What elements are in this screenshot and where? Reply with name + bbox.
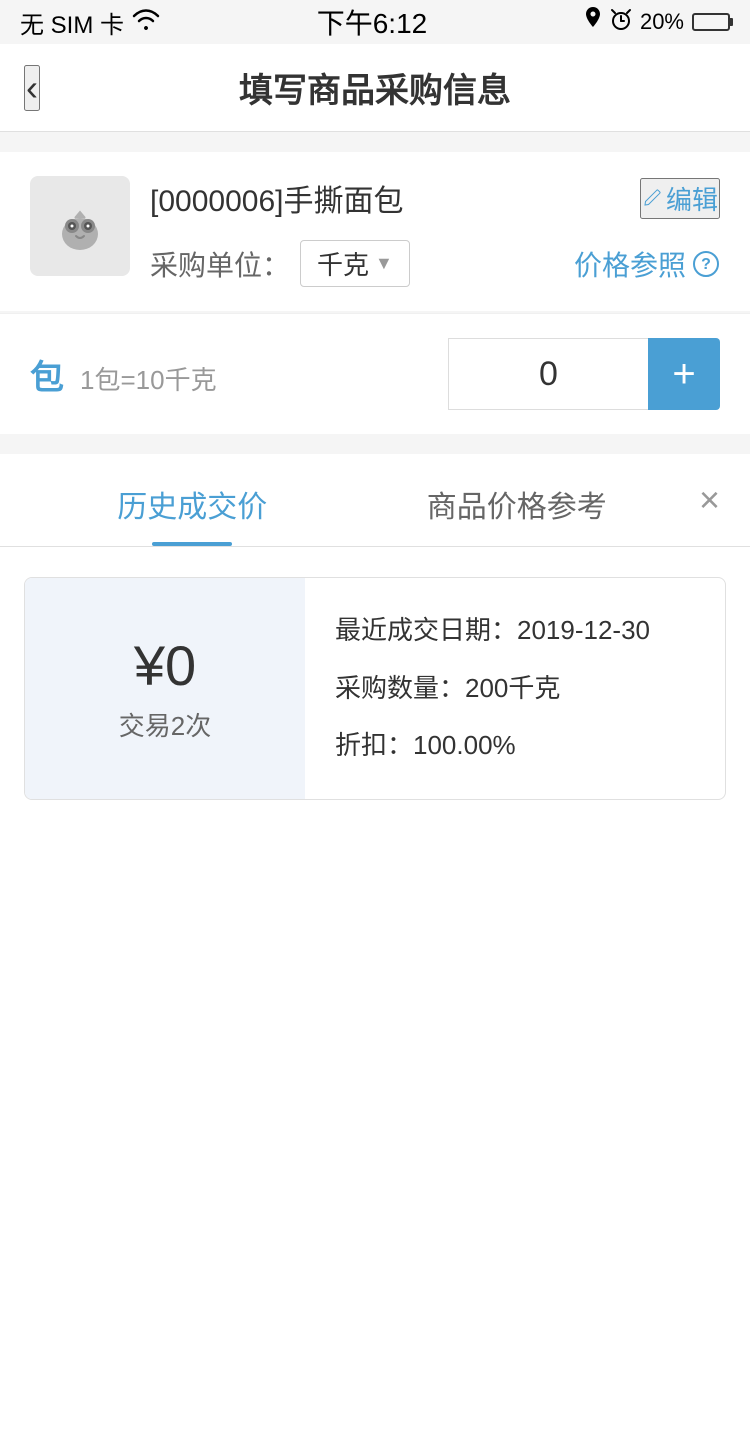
product-info: [0000006]手撕面包 编辑 采购单位： 千克 ▼ 价格 — [150, 176, 720, 287]
svg-text:?: ? — [701, 256, 711, 273]
bao-unit-hint: 1包=10千克 — [80, 360, 217, 397]
unit-value: 千克 — [317, 245, 369, 282]
trade-left: ¥0 交易2次 — [25, 578, 305, 799]
discount-value: 100.00% — [413, 730, 516, 760]
price-ref-label: 价格参照 — [574, 244, 686, 284]
trade-card: ¥0 交易2次 最近成交日期：2019-12-30 采购数量：200千克 折扣：… — [24, 577, 726, 800]
discount-label: 折扣： — [335, 730, 413, 760]
quantity-input[interactable] — [448, 338, 648, 410]
trade-count: 交易2次 — [119, 706, 211, 743]
unit-select[interactable]: 千克 ▼ — [300, 240, 410, 287]
product-name-row: [0000006]手撕面包 编辑 — [150, 176, 720, 220]
wifi-icon — [132, 8, 160, 37]
status-left: 无 SIM 卡 — [20, 5, 160, 40]
quantity-label: 包 1包=10千克 — [30, 350, 217, 399]
location-icon — [584, 7, 602, 37]
purchase-qty-label: 采购数量： — [335, 673, 465, 703]
trade-qty-row: 采购数量：200千克 — [335, 668, 695, 710]
carrier-label: 无 SIM 卡 — [20, 5, 124, 40]
price-value: 0 — [165, 634, 196, 697]
unit-label: 采购单位： — [150, 244, 290, 284]
price-symbol: ¥ — [134, 634, 165, 697]
tab-close-button[interactable]: × — [679, 459, 720, 541]
page-title: 填写商品采购信息 — [239, 63, 511, 112]
trade-discount-row: 折扣：100.00% — [335, 725, 695, 767]
trade-price: ¥0 — [134, 633, 196, 698]
price-ref-button[interactable]: 价格参照 ? — [574, 244, 720, 284]
trade-date-row: 最近成交日期：2019-12-30 — [335, 610, 695, 652]
dropdown-arrow: ▼ — [375, 253, 393, 274]
alarm-icon — [610, 8, 632, 36]
battery-percentage: 20% — [640, 9, 684, 35]
tab-history-price[interactable]: 历史成交价 — [30, 454, 354, 546]
tab-price-ref[interactable]: 商品价格参考 — [354, 454, 678, 546]
recent-date-label: 最近成交日期： — [335, 615, 517, 645]
tabs-section: 历史成交价 商品价格参考 × ¥0 交易2次 最近成交日期：2019-12-30… — [0, 454, 750, 1430]
bao-label: 包 — [30, 350, 64, 399]
product-header: [0000006]手撕面包 编辑 采购单位： 千克 ▼ 价格 — [30, 176, 720, 287]
status-right: 20% — [584, 7, 730, 37]
battery-icon — [692, 13, 730, 31]
quantity-plus-button[interactable]: + — [648, 338, 720, 410]
product-name: [0000006]手撕面包 — [150, 176, 403, 220]
product-thumbnail — [30, 176, 130, 276]
tabs-header: 历史成交价 商品价格参考 × — [0, 454, 750, 547]
trade-right: 最近成交日期：2019-12-30 采购数量：200千克 折扣：100.00% — [305, 578, 725, 799]
edit-button[interactable]: 编辑 — [640, 178, 720, 219]
unit-row: 采购单位： 千克 ▼ 价格参照 ? — [150, 240, 720, 287]
bottom-area — [0, 830, 750, 1430]
purchase-qty-value: 200千克 — [465, 673, 560, 703]
edit-label: 编辑 — [666, 180, 718, 217]
quantity-control: + — [448, 338, 720, 410]
quantity-section: 包 1包=10千克 + — [0, 313, 750, 434]
status-bar: 无 SIM 卡 下午6:12 20% — [0, 0, 750, 44]
back-button[interactable]: ‹ — [24, 65, 40, 111]
nav-bar: ‹ 填写商品采购信息 — [0, 44, 750, 132]
recent-date-value: 2019-12-30 — [517, 615, 650, 645]
product-section: [0000006]手撕面包 编辑 采购单位： 千克 ▼ 价格 — [0, 152, 750, 311]
status-time: 下午6:12 — [317, 2, 428, 42]
